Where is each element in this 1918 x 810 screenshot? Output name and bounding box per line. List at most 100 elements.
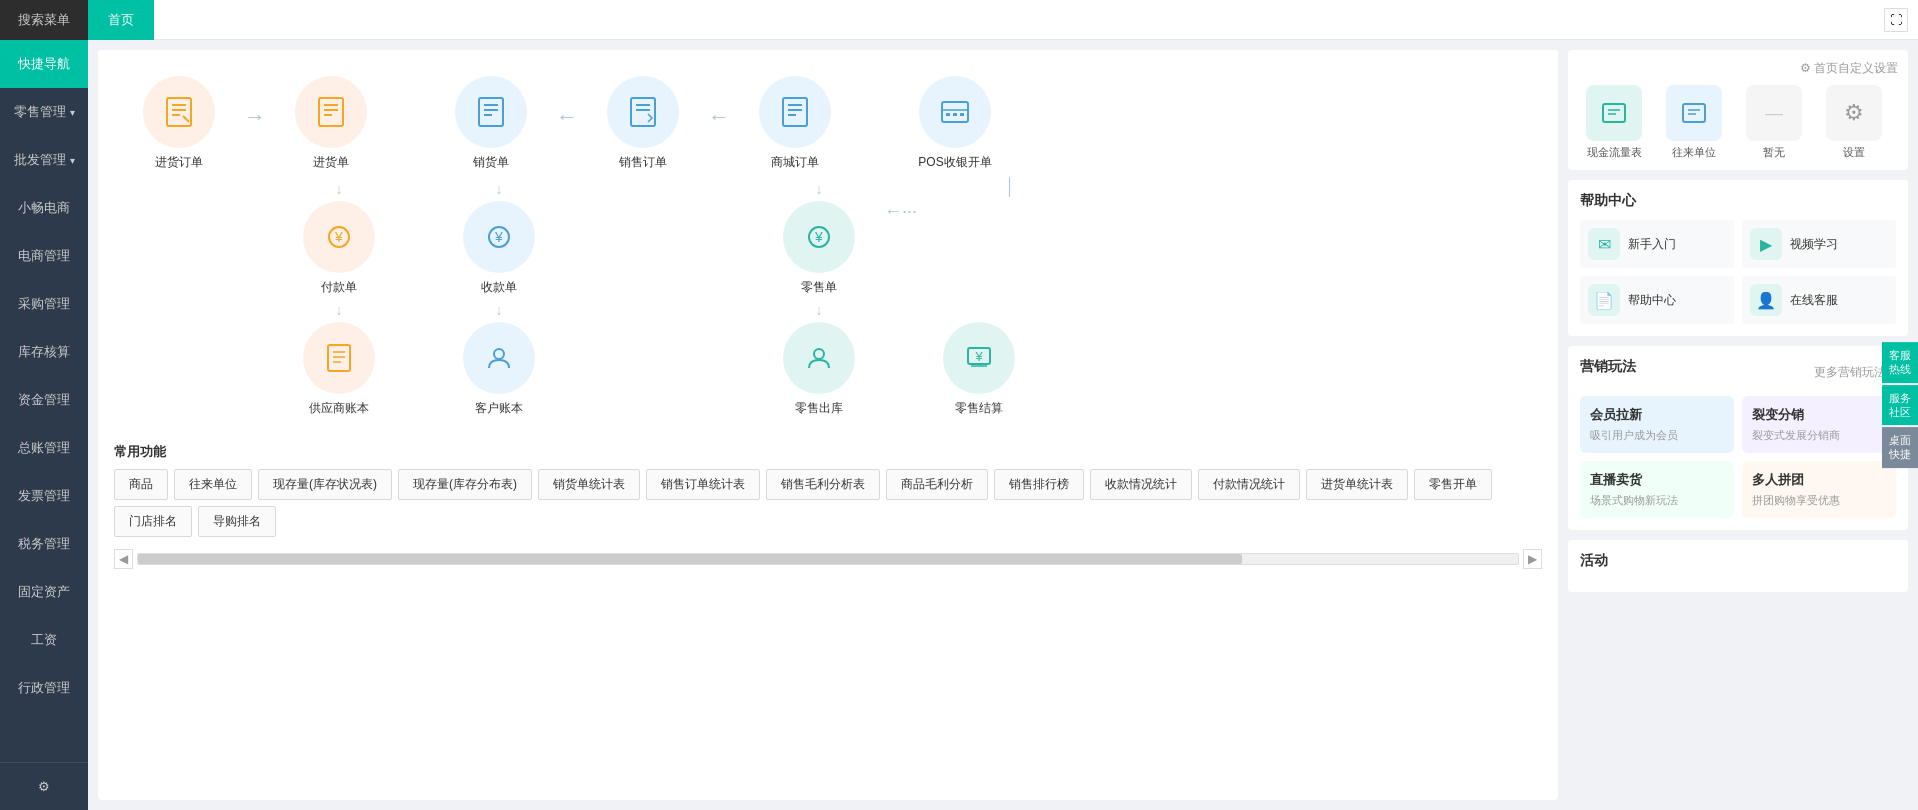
- search-menu-btn[interactable]: 搜索菜单: [0, 0, 88, 40]
- help-item-3[interactable]: 👤 在线客服: [1742, 276, 1896, 324]
- sidebar-item-finance[interactable]: 资金管理: [0, 376, 88, 424]
- quick-icon-cashflow[interactable]: 现金流量表: [1578, 85, 1650, 160]
- help-icon-3: 👤: [1750, 284, 1782, 316]
- svg-point-35: [814, 349, 824, 359]
- sidebar-item-label: 固定资产: [18, 583, 70, 601]
- node-retail-bill-label: 零售单: [801, 279, 837, 296]
- arrow-so-from-mall: ←: [708, 76, 730, 158]
- fullscreen-button[interactable]: ⛶: [1884, 8, 1908, 32]
- sidebar-item-retail[interactable]: 零售管理 ▾: [0, 88, 88, 136]
- sales-bill-icon[interactable]: [455, 76, 527, 148]
- sidebar-item-label: 资金管理: [18, 391, 70, 409]
- sidebar-item-wholesale[interactable]: 批发管理 ▾: [0, 136, 88, 184]
- help-item-1[interactable]: ▶视频学习: [1742, 220, 1896, 268]
- quick-icon-contacts[interactable]: 往来单位: [1658, 85, 1730, 160]
- cashflow-icon: [1586, 85, 1642, 141]
- payment-bill-icon[interactable]: ¥: [303, 201, 375, 273]
- arrow-sb-down: ↓: [496, 179, 503, 199]
- desktop-shortcut-btn[interactable]: 桌面快捷: [1882, 427, 1918, 468]
- help-grid: ✉新手入门▶视频学习 📄 帮助中心 👤 在线客服: [1580, 220, 1896, 324]
- marketing-item-2[interactable]: 直播卖货场景式购物新玩法: [1580, 461, 1734, 518]
- func-btn-1[interactable]: 往来单位: [174, 469, 252, 500]
- quick-actions-panel: ⚙ 首页自定义设置 现金流量表 往来单位: [1568, 50, 1908, 170]
- tab-home[interactable]: 首页: [88, 0, 154, 40]
- sidebar: 快捷导航 零售管理 ▾ 批发管理 ▾ 小畅电商 电商管理 采购管理 库存核算: [0, 40, 88, 810]
- sidebar-item-invoice-mgmt[interactable]: 发票管理: [0, 472, 88, 520]
- sidebar-item-quick-nav[interactable]: 快捷导航: [0, 40, 88, 88]
- customer-service-btn[interactable]: 客服热线: [1882, 342, 1918, 383]
- sidebar-item-admin[interactable]: 行政管理: [0, 664, 88, 712]
- node-purchase-bill-label: 进货单: [313, 154, 349, 171]
- func-btn-14[interactable]: 导购排名: [198, 506, 276, 537]
- help-icon-1: ▶: [1750, 228, 1782, 260]
- retail-bill-icon[interactable]: ¥: [783, 201, 855, 273]
- svg-rect-21: [946, 113, 950, 116]
- sidebar-settings-btn[interactable]: ⚙: [0, 762, 88, 810]
- sidebar-item-ecommerce-small[interactable]: 小畅电商: [0, 184, 88, 232]
- quick-icon-none[interactable]: — 暂无: [1738, 85, 1810, 160]
- sidebar-item-procurement[interactable]: 采购管理: [0, 280, 88, 328]
- func-btn-0[interactable]: 商品: [114, 469, 168, 500]
- marketing-grid: 会员拉新吸引用户成为会员裂变分销裂变式发展分销商直播卖货场景式购物新玩法多人拼团…: [1580, 396, 1896, 518]
- purchase-order-icon[interactable]: [143, 76, 215, 148]
- func-btn-5[interactable]: 销售订单统计表: [646, 469, 760, 500]
- purchase-bill-icon[interactable]: [295, 76, 367, 148]
- scroll-row: ◀ ▶: [114, 549, 1542, 569]
- sidebar-item-tax[interactable]: 税务管理: [0, 520, 88, 568]
- func-btn-7[interactable]: 商品毛利分析: [886, 469, 988, 500]
- func-btn-2[interactable]: 现存量(库存状况表): [258, 469, 392, 500]
- common-functions: 常用功能 商品往来单位现存量(库存状况表)现存量(库存分布表)销货单统计表销售订…: [114, 443, 1542, 537]
- svg-rect-23: [960, 113, 964, 116]
- sidebar-item-label: 税务管理: [18, 535, 70, 553]
- scroll-right-btn[interactable]: ▶: [1523, 549, 1542, 569]
- func-btn-12[interactable]: 零售开单: [1414, 469, 1492, 500]
- service-community-btn[interactable]: 服务社区: [1882, 385, 1918, 426]
- sidebar-item-salary[interactable]: 工资: [0, 616, 88, 664]
- retail-settlement-icon[interactable]: ¥: [943, 322, 1015, 394]
- help-item-0[interactable]: ✉新手入门: [1580, 220, 1734, 268]
- scroll-left-btn[interactable]: ◀: [114, 549, 133, 569]
- help-icon-2: 📄: [1588, 284, 1620, 316]
- sidebar-item-fixed-assets[interactable]: 固定资产: [0, 568, 88, 616]
- contacts-label: 往来单位: [1672, 145, 1716, 160]
- arrow-retail-down: ↓: [816, 300, 823, 320]
- receipt-bill-icon[interactable]: ¥: [463, 201, 535, 273]
- supplier-account-icon[interactable]: [303, 322, 375, 394]
- settings-gear-icon: ⚙: [1826, 85, 1882, 141]
- func-btn-10[interactable]: 付款情况统计: [1198, 469, 1300, 500]
- sales-order-icon[interactable]: [607, 76, 679, 148]
- help-item-label-2: 帮助中心: [1628, 292, 1676, 309]
- func-btn-8[interactable]: 销售排行榜: [994, 469, 1084, 500]
- func-btn-3[interactable]: 现存量(库存分布表): [398, 469, 532, 500]
- sidebar-item-ledger[interactable]: 总账管理: [0, 424, 88, 472]
- func-btn-13[interactable]: 门店排名: [114, 506, 192, 537]
- marketing-title: 营销玩法: [1580, 358, 1636, 376]
- help-icon-0: ✉: [1588, 228, 1620, 260]
- func-btn-9[interactable]: 收款情况统计: [1090, 469, 1192, 500]
- help-center-title: 帮助中心: [1580, 192, 1896, 210]
- sidebar-item-label: 库存核算: [18, 343, 70, 361]
- marketing-item-0[interactable]: 会员拉新吸引用户成为会员: [1580, 396, 1734, 453]
- marketing-item-3[interactable]: 多人拼团拼团购物享受优惠: [1742, 461, 1896, 518]
- marketing-item-1[interactable]: 裂变分销裂变式发展分销商: [1742, 396, 1896, 453]
- node-pos: POS收银开单: [890, 76, 1020, 171]
- help-item-2[interactable]: 📄 帮助中心: [1580, 276, 1734, 324]
- mall-order-icon[interactable]: [759, 76, 831, 148]
- func-btn-11[interactable]: 进货单统计表: [1306, 469, 1408, 500]
- func-btn-6[interactable]: 销售毛利分析表: [766, 469, 880, 500]
- quick-icon-settings[interactable]: ⚙ 设置: [1818, 85, 1890, 160]
- svg-text:¥: ¥: [334, 229, 343, 245]
- help-item-label-3: 在线客服: [1790, 292, 1838, 309]
- arrow-po-to-pb: →: [244, 76, 266, 158]
- customize-settings-link[interactable]: ⚙ 首页自定义设置: [1800, 60, 1898, 77]
- customer-account-icon[interactable]: [463, 322, 535, 394]
- sidebar-item-ecommerce-mgmt[interactable]: 电商管理: [0, 232, 88, 280]
- sidebar-item-inventory[interactable]: 库存核算: [0, 328, 88, 376]
- node-payment-bill-label: 付款单: [321, 279, 357, 296]
- scroll-track[interactable]: [137, 553, 1519, 565]
- retail-outbound-icon[interactable]: [783, 322, 855, 394]
- func-btn-4[interactable]: 销货单统计表: [538, 469, 640, 500]
- scroll-thumb: [138, 554, 1242, 564]
- pos-icon[interactable]: [919, 76, 991, 148]
- arrow-pay-down: ↓: [336, 300, 343, 320]
